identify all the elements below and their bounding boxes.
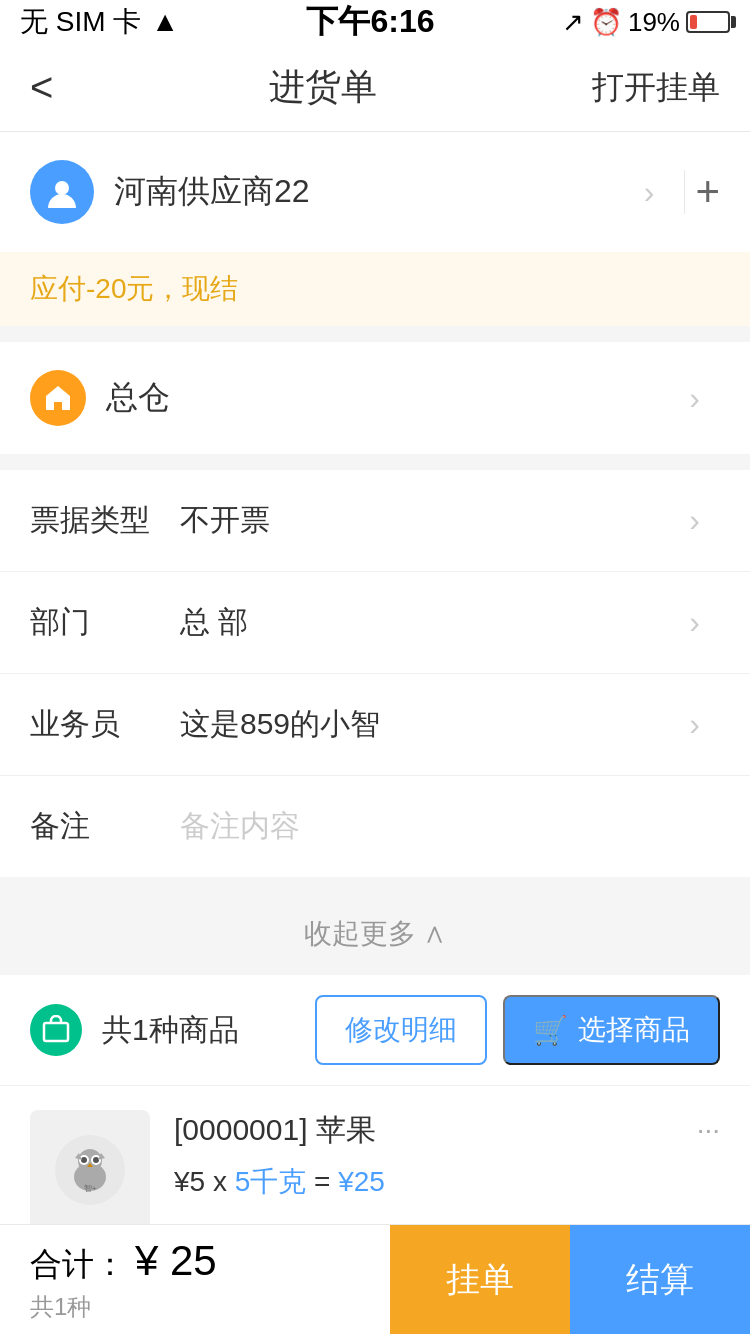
note-row[interactable]: 备注 备注内容 bbox=[0, 776, 750, 877]
wifi-icon: ▲ bbox=[151, 6, 179, 38]
svg-point-0 bbox=[55, 181, 69, 195]
sales-row[interactable]: 业务员 这是859的小智 › bbox=[0, 674, 750, 776]
total-section: 合计： ¥ 25 共1种 bbox=[0, 1225, 390, 1334]
note-placeholder: 备注内容 bbox=[160, 806, 720, 847]
checkout-button[interactable]: 结算 bbox=[570, 1225, 750, 1334]
products-section: 共1种商品 修改明细 🛒 选择商品 bbox=[0, 975, 750, 1254]
product-thumbnail: 智+ bbox=[30, 1110, 150, 1230]
sales-value: 这是859的小智 bbox=[160, 704, 689, 745]
status-time: 下午6:16 bbox=[306, 0, 434, 44]
price-per-unit: ¥5 x bbox=[174, 1166, 235, 1197]
nav-bar: < 进货单 打开挂单 bbox=[0, 44, 750, 132]
supplier-row[interactable]: 河南供应商22 › + bbox=[0, 132, 750, 252]
bottom-bar: 合计： ¥ 25 共1种 挂单 结算 bbox=[0, 1224, 750, 1334]
supplier-avatar bbox=[30, 160, 94, 224]
svg-text:智+: 智+ bbox=[84, 1184, 97, 1193]
add-supplier-button[interactable]: + bbox=[695, 168, 720, 216]
warehouse-name: 总仓 bbox=[106, 376, 689, 420]
warehouse-card[interactable]: 总仓 › bbox=[0, 342, 750, 454]
product-title: 苹果 bbox=[316, 1113, 376, 1146]
svg-point-8 bbox=[93, 1157, 99, 1163]
edit-detail-button[interactable]: 修改明细 bbox=[315, 995, 487, 1065]
product-name: [0000001] 苹果 bbox=[174, 1110, 697, 1151]
dept-chevron-icon: › bbox=[689, 604, 700, 641]
status-left: 无 SIM 卡 ▲ bbox=[20, 3, 179, 41]
collapse-button[interactable]: 收起更多 ∧ bbox=[0, 893, 750, 975]
invoice-row[interactable]: 票据类型 不开票 › bbox=[0, 470, 750, 572]
divider bbox=[684, 170, 685, 214]
dept-row[interactable]: 部门 总 部 › bbox=[0, 572, 750, 674]
sales-label: 业务员 bbox=[30, 704, 160, 745]
svg-rect-1 bbox=[44, 1023, 68, 1041]
status-right: ↗ ⏰ 19% bbox=[562, 7, 730, 38]
product-code: [0000001] bbox=[174, 1113, 316, 1146]
supplier-chevron-icon: › bbox=[644, 174, 655, 211]
warehouse-chevron-icon: › bbox=[689, 380, 700, 417]
total-row: 合计： ¥ 25 bbox=[30, 1237, 360, 1287]
supplier-alert: 应付-20元，现结 bbox=[0, 252, 750, 326]
warehouse-icon bbox=[30, 370, 86, 426]
open-hang-button[interactable]: 打开挂单 bbox=[592, 66, 720, 110]
hang-button[interactable]: 挂单 bbox=[390, 1225, 570, 1334]
product-price: ¥5 x 5千克 = ¥25 bbox=[174, 1163, 697, 1201]
back-button[interactable]: < bbox=[30, 65, 53, 110]
svg-point-7 bbox=[81, 1157, 87, 1163]
total-label: 合计： bbox=[30, 1246, 126, 1282]
products-icon bbox=[30, 1004, 82, 1056]
more-button[interactable]: ··· bbox=[697, 1114, 720, 1146]
battery-percent: 19% bbox=[628, 7, 680, 38]
products-header: 共1种商品 修改明细 🛒 选择商品 bbox=[0, 975, 750, 1085]
quantity: 5千克 bbox=[235, 1166, 307, 1197]
dept-value: 总 部 bbox=[160, 602, 689, 643]
alarm-icon: ⏰ bbox=[590, 7, 622, 38]
product-info: [0000001] 苹果 ¥5 x 5千克 = ¥25 bbox=[174, 1110, 697, 1201]
invoice-label: 票据类型 bbox=[30, 500, 160, 541]
warehouse-row[interactable]: 总仓 › bbox=[0, 342, 750, 454]
supplier-name: 河南供应商22 bbox=[114, 170, 644, 214]
dept-label: 部门 bbox=[30, 602, 160, 643]
products-count: 共1种商品 bbox=[102, 1010, 315, 1051]
cart-icon: 🛒 bbox=[533, 1014, 568, 1047]
total-amount: ¥ 25 bbox=[135, 1237, 217, 1284]
total-price: ¥25 bbox=[338, 1166, 385, 1197]
page-title: 进货单 bbox=[269, 63, 377, 112]
supplier-card: 河南供应商22 › + 应付-20元，现结 bbox=[0, 132, 750, 326]
location-icon: ↗ bbox=[562, 7, 584, 38]
main-content: 河南供应商22 › + 应付-20元，现结 总仓 › 票据类型 不开票 › 部门… bbox=[0, 132, 750, 1334]
select-product-label: 选择商品 bbox=[578, 1011, 690, 1049]
select-product-button[interactable]: 🛒 选择商品 bbox=[503, 995, 720, 1065]
invoice-value: 不开票 bbox=[160, 500, 689, 541]
equals: = bbox=[306, 1166, 338, 1197]
form-card: 票据类型 不开票 › 部门 总 部 › 业务员 这是859的小智 › 备注 备注… bbox=[0, 470, 750, 877]
note-label: 备注 bbox=[30, 806, 160, 847]
sales-chevron-icon: › bbox=[689, 706, 700, 743]
status-bar: 无 SIM 卡 ▲ 下午6:16 ↗ ⏰ 19% bbox=[0, 0, 750, 44]
battery-icon bbox=[686, 11, 730, 33]
invoice-chevron-icon: › bbox=[689, 502, 700, 539]
total-count: 共1种 bbox=[30, 1291, 360, 1323]
carrier-text: 无 SIM 卡 bbox=[20, 3, 141, 41]
